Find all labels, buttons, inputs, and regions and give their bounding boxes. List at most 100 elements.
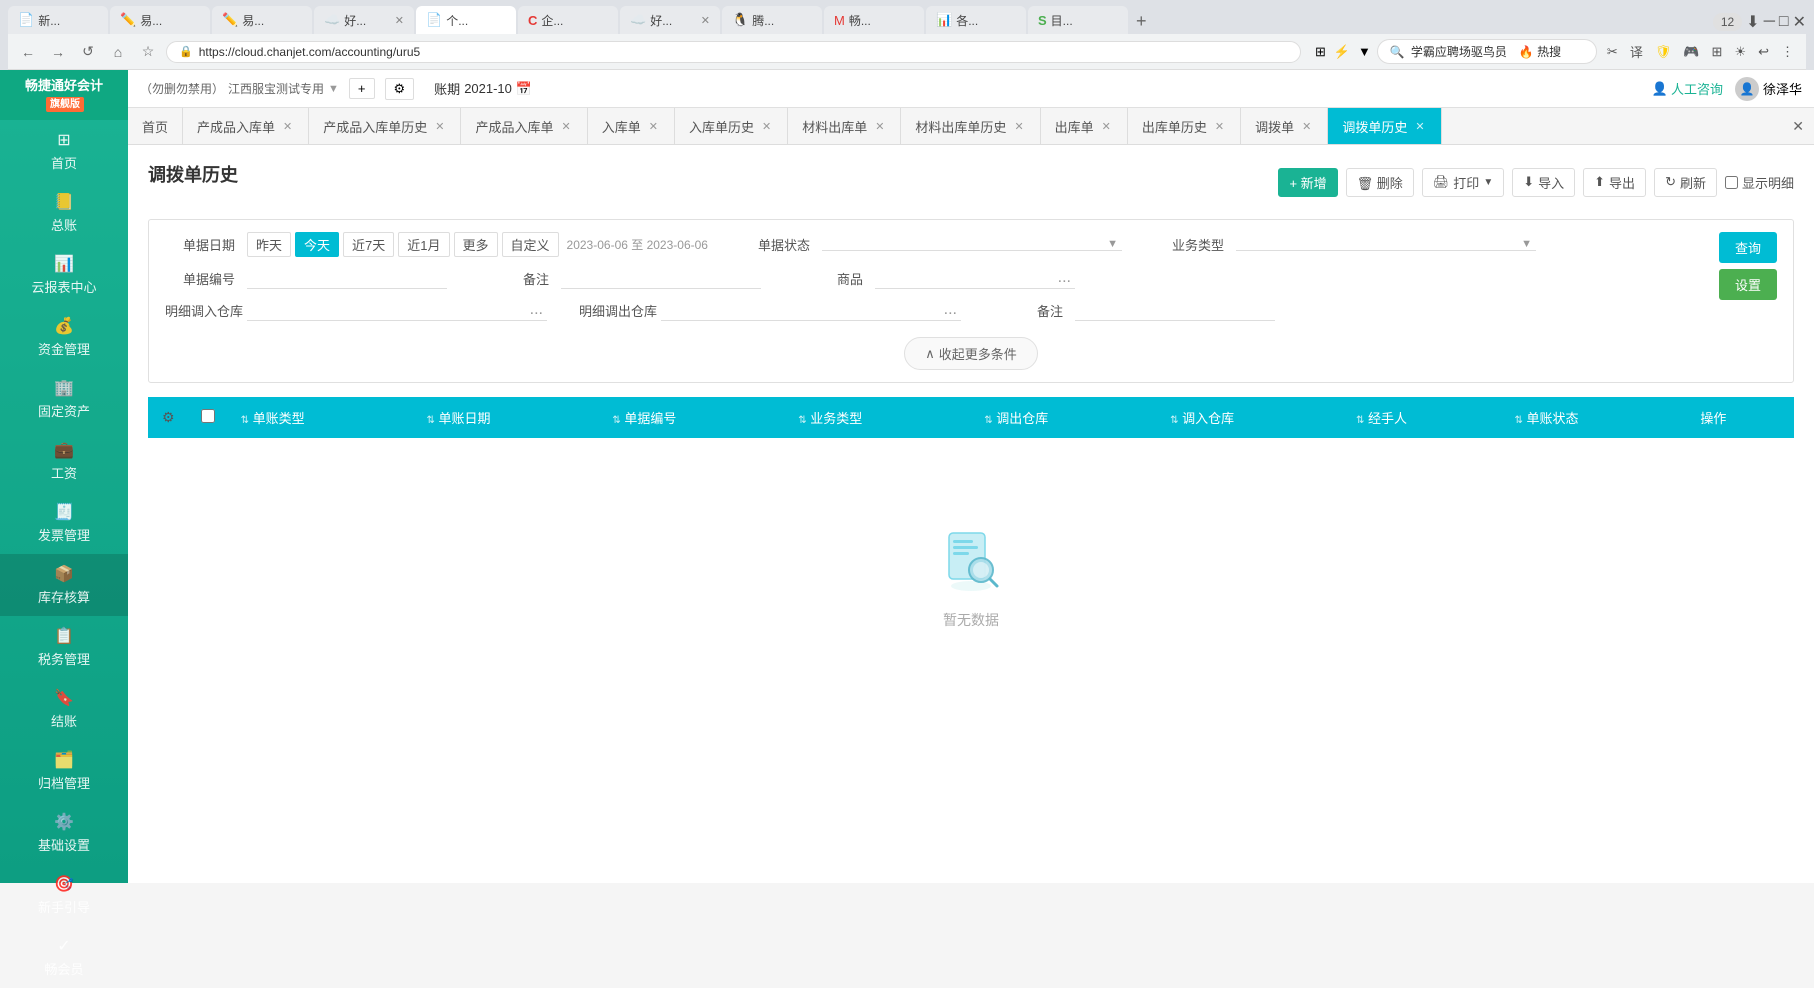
detail-in-dots[interactable]: ... — [526, 301, 547, 319]
number-input[interactable] — [247, 267, 447, 289]
page-tab-transfer-hist[interactable]: 调拨单历史 ✕ — [1328, 108, 1441, 144]
th-number[interactable]: ⇅ 单据编号 — [600, 397, 786, 438]
out-order-close[interactable]: ✕ — [1100, 120, 1113, 133]
calendar-icon[interactable]: 📅 — [516, 81, 532, 97]
page-tab-home[interactable]: 首页 — [128, 108, 183, 144]
th-in-wh[interactable]: ⇅ 调入仓库 — [1158, 397, 1344, 438]
remark-input[interactable] — [561, 267, 761, 289]
sidebar-item-funds[interactable]: 💰 资金管理 — [0, 306, 128, 368]
mat-out-close[interactable]: ✕ — [873, 120, 886, 133]
th-out-wh[interactable]: ⇅ 调出仓库 — [972, 397, 1158, 438]
maximize-icon[interactable]: □ — [1779, 13, 1789, 31]
more-btn[interactable]: 更多 — [454, 232, 498, 257]
browser-tab-1[interactable]: 📄 新... — [8, 6, 108, 34]
browser-tab-10[interactable]: 📊 各... — [926, 6, 1026, 34]
remark2-input[interactable] — [1075, 299, 1275, 321]
back-button[interactable]: ← — [16, 40, 40, 64]
th-type[interactable]: ⇅ 单账类型 — [229, 397, 415, 438]
browser-tab-3[interactable]: ✏️ 易... — [212, 6, 312, 34]
browser-tab-4[interactable]: ☁️ 好... ✕ — [314, 6, 414, 34]
menu-icon[interactable]: ⋮ — [1777, 42, 1798, 62]
detail-in-wrapper[interactable]: ... — [247, 299, 547, 321]
filter-settings-button[interactable]: 设置 — [1719, 269, 1777, 300]
sidebar-item-tax[interactable]: 📋 税务管理 — [0, 616, 128, 678]
goods-input[interactable] — [875, 267, 1054, 288]
select-all-checkbox[interactable] — [201, 409, 215, 423]
sidebar-item-ledger[interactable]: 📒 总账 — [0, 182, 128, 244]
sidebar-item-salary[interactable]: 💼 工资 — [0, 430, 128, 492]
today-btn[interactable]: 今天 — [295, 232, 339, 257]
th-biz-type[interactable]: ⇅ 业务类型 — [786, 397, 972, 438]
export-button[interactable]: ⬆ 导出 — [1583, 168, 1646, 197]
goods-dots-btn[interactable]: ... — [1054, 269, 1075, 287]
extension-icon-1[interactable]: ⊞ — [1315, 44, 1326, 60]
sidebar-item-reports[interactable]: 📊 云报表中心 — [0, 244, 128, 306]
page-tab-mat-out[interactable]: 材料出库单 ✕ — [788, 108, 901, 144]
browser-search-bar[interactable]: 🔍 学霸应聘场驱鸟员 🔥 热搜 — [1377, 39, 1597, 64]
week-btn[interactable]: 近7天 — [343, 232, 394, 257]
collapse-button[interactable]: ∧ 收起更多条件 — [904, 337, 1038, 370]
refresh-button[interactable]: ↺ — [76, 40, 100, 64]
import-button[interactable]: ⬇ 导入 — [1512, 168, 1575, 197]
browser-tab-7[interactable]: ☁️ 好... ✕ — [620, 6, 720, 34]
delete-button[interactable]: 🗑 删除 — [1346, 168, 1414, 197]
prod-in-hist-close[interactable]: ✕ — [433, 120, 446, 133]
mat-out-hist-close[interactable]: ✕ — [1012, 120, 1025, 133]
browser-tab-11[interactable]: S 目... — [1028, 6, 1128, 34]
prod-in-close[interactable]: ✕ — [281, 120, 294, 133]
download-icon[interactable]: ⬇ — [1746, 12, 1759, 32]
column-settings-gear[interactable]: ⚙ — [160, 407, 177, 428]
display-detail-label[interactable]: 显示明细 — [1725, 173, 1794, 192]
goods-select-wrapper[interactable]: ... — [875, 267, 1075, 289]
th-checkbox[interactable] — [189, 397, 229, 438]
sidebar-item-member[interactable]: ✓ 畅会员 — [0, 926, 128, 988]
new-button[interactable]: + 新增 — [1278, 168, 1337, 197]
grid-icon[interactable]: ⊞ — [1708, 42, 1727, 62]
browser-tab-2[interactable]: ✏️ 易... — [110, 6, 210, 34]
shield-icon[interactable]: 🛡 — [1651, 42, 1676, 62]
th-gear[interactable]: ⚙ — [148, 397, 189, 438]
gamepad-icon[interactable]: 🎮 — [1679, 42, 1703, 62]
page-tab-out-hist[interactable]: 出库单历史 ✕ — [1128, 108, 1241, 144]
sidebar-item-archive[interactable]: 🗂️ 归档管理 — [0, 740, 128, 802]
sidebar-item-inventory[interactable]: 📦 库存核算 — [0, 554, 128, 616]
custom-btn[interactable]: 自定义 — [502, 232, 559, 257]
add-company-button[interactable]: + — [349, 78, 375, 99]
detail-in-input[interactable] — [247, 299, 526, 320]
translate-icon[interactable]: 译 — [1626, 40, 1647, 63]
sidebar-item-guide[interactable]: 🎯 新手引导 — [0, 864, 128, 926]
business-select[interactable]: ▼ — [1236, 238, 1536, 251]
browser-tab-8[interactable]: 🐧 腾... — [722, 6, 822, 34]
user-info[interactable]: 👤 徐泽华 — [1735, 77, 1802, 101]
minimize-icon[interactable]: ─ — [1764, 13, 1775, 31]
page-tab-prod-in2[interactable]: 产成品入库单 ✕ — [461, 108, 587, 144]
status-select[interactable]: ▼ — [822, 238, 1122, 251]
transfer-hist-close[interactable]: ✕ — [1413, 120, 1426, 133]
address-bar[interactable]: 🔒 https://cloud.chanjet.com/accounting/u… — [166, 41, 1301, 63]
new-tab-button[interactable]: + — [1130, 11, 1153, 32]
window-close-icon[interactable]: ✕ — [1793, 12, 1806, 32]
cut-icon[interactable]: ✂ — [1603, 42, 1622, 62]
detail-out-dots[interactable]: ... — [940, 301, 961, 319]
theme-icon[interactable]: ☀ — [1730, 42, 1750, 62]
th-handler[interactable]: ⇅ 经手人 — [1344, 397, 1502, 438]
display-detail-checkbox[interactable] — [1725, 176, 1738, 189]
browser-tab-5[interactable]: 📄 个... — [416, 6, 516, 34]
page-tab-prod-in-hist[interactable]: 产成品入库单历史 ✕ — [309, 108, 461, 144]
tab4-close[interactable]: ✕ — [395, 14, 404, 27]
browser-tab-6[interactable]: C 企... — [518, 6, 618, 34]
extension-chevron[interactable]: ▼ — [1358, 44, 1371, 59]
tab-bar-close-all[interactable]: ✕ — [1782, 118, 1814, 135]
month-btn[interactable]: 近1月 — [398, 232, 449, 257]
in-hist-close[interactable]: ✕ — [760, 120, 773, 133]
sidebar-item-closing[interactable]: 🔖 结账 — [0, 678, 128, 740]
th-date[interactable]: ⇅ 单账日期 — [414, 397, 600, 438]
undo-icon[interactable]: ↩ — [1754, 42, 1773, 62]
page-tab-mat-out-hist[interactable]: 材料出库单历史 ✕ — [901, 108, 1040, 144]
out-hist-close[interactable]: ✕ — [1213, 120, 1226, 133]
browser-tab-9[interactable]: M 畅... — [824, 6, 924, 34]
detail-out-wrapper[interactable]: ... — [661, 299, 961, 321]
refresh-button-page[interactable]: ↻ 刷新 — [1654, 168, 1717, 197]
extension-icon-2[interactable]: ⚡ — [1334, 44, 1350, 60]
in-order-close[interactable]: ✕ — [647, 120, 660, 133]
